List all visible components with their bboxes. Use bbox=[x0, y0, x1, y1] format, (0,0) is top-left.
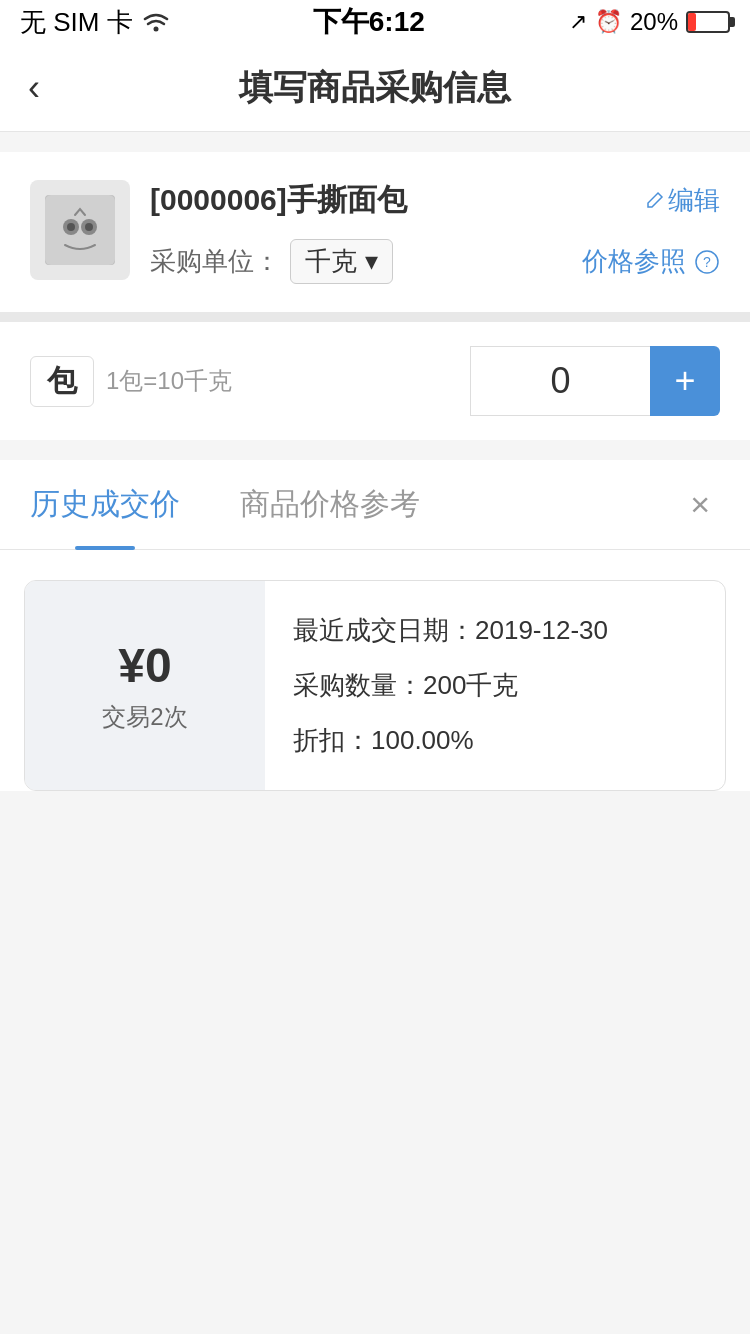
help-icon: ? bbox=[694, 249, 720, 275]
product-name: [0000006]手撕面包 bbox=[150, 180, 407, 221]
unit-label-group: 采购单位： 千克 ▾ bbox=[150, 239, 393, 284]
battery-percent: 20% bbox=[630, 8, 678, 36]
product-logo-icon bbox=[45, 195, 115, 265]
quantity-input[interactable] bbox=[470, 346, 650, 416]
quantity-input-group: + bbox=[470, 346, 720, 416]
unit-conversion: 1包=10千克 bbox=[106, 365, 232, 397]
back-button[interactable]: ‹ bbox=[28, 67, 40, 109]
discount-value: 100.00% bbox=[371, 725, 474, 755]
plus-icon: + bbox=[674, 360, 695, 402]
history-trades: 交易2次 bbox=[102, 701, 187, 733]
status-right: ↗ ⏰ 20% bbox=[569, 8, 730, 36]
history-price-section: ¥0 交易2次 bbox=[25, 581, 265, 790]
alarm-icon: ⏰ bbox=[595, 9, 622, 35]
tabs-list: 历史成交价 商品价格参考 bbox=[30, 460, 420, 550]
carrier-text: 无 SIM 卡 bbox=[20, 5, 133, 40]
location-icon: ↗ bbox=[569, 9, 587, 35]
quantity-label: 采购数量： bbox=[293, 670, 423, 700]
product-image bbox=[30, 180, 130, 280]
sim-icon bbox=[143, 11, 169, 33]
product-id: [0000006] bbox=[150, 183, 287, 216]
tab-reference[interactable]: 商品价格参考 bbox=[240, 460, 420, 550]
svg-rect-1 bbox=[45, 195, 115, 265]
history-date-row: 最近成交日期：2019-12-30 bbox=[293, 611, 697, 650]
quantity-value: 200千克 bbox=[423, 670, 518, 700]
tab-history[interactable]: 历史成交价 bbox=[30, 460, 180, 550]
unit-value: 千克 bbox=[305, 244, 357, 279]
content-area bbox=[0, 821, 750, 1334]
tab-history-label: 历史成交价 bbox=[30, 484, 180, 525]
product-unit-row: 采购单位： 千克 ▾ 价格参照 ? bbox=[150, 239, 720, 284]
unit-label-text: 采购单位： bbox=[150, 244, 280, 279]
status-bar: 无 SIM 卡 下午6:12 ↗ ⏰ 20% bbox=[0, 0, 750, 44]
tabs-section: 历史成交价 商品价格参考 × ¥0 交易2次 最近成交日期：2019-12-30… bbox=[0, 460, 750, 791]
svg-point-5 bbox=[85, 223, 93, 231]
history-details-section: 最近成交日期：2019-12-30 采购数量：200千克 折扣：100.00% bbox=[265, 581, 725, 790]
status-left: 无 SIM 卡 bbox=[20, 5, 169, 40]
product-card: [0000006]手撕面包 编辑 采购单位： 千克 ▾ 价格参照 bbox=[0, 152, 750, 312]
product-info: [0000006]手撕面包 编辑 采购单位： 千克 ▾ 价格参照 bbox=[150, 180, 720, 284]
section-divider bbox=[0, 312, 750, 322]
dropdown-icon: ▾ bbox=[365, 246, 378, 277]
svg-text:?: ? bbox=[703, 254, 711, 270]
recent-date-label: 最近成交日期： bbox=[293, 615, 475, 645]
price-reference-button[interactable]: 价格参照 ? bbox=[582, 244, 720, 279]
tabs-header: 历史成交价 商品价格参考 × bbox=[0, 460, 750, 550]
history-price: ¥0 bbox=[118, 638, 171, 693]
edit-label: 编辑 bbox=[668, 183, 720, 218]
svg-point-4 bbox=[67, 223, 75, 231]
history-card: ¥0 交易2次 最近成交日期：2019-12-30 采购数量：200千克 折扣：… bbox=[24, 580, 726, 791]
page-title: 填写商品采购信息 bbox=[239, 65, 511, 111]
price-ref-label: 价格参照 bbox=[582, 244, 686, 279]
tabs-close-button[interactable]: × bbox=[680, 475, 720, 534]
unit-selector[interactable]: 千克 ▾ bbox=[290, 239, 393, 284]
edit-icon bbox=[644, 191, 664, 211]
recent-date-value: 2019-12-30 bbox=[475, 615, 608, 645]
quantity-plus-button[interactable]: + bbox=[650, 346, 720, 416]
battery-icon bbox=[686, 11, 730, 33]
battery-fill bbox=[688, 13, 696, 31]
nav-bar: ‹ 填写商品采购信息 bbox=[0, 44, 750, 132]
quantity-unit-info: 包 1包=10千克 bbox=[30, 356, 232, 407]
history-discount-row: 折扣：100.00% bbox=[293, 721, 697, 760]
discount-label: 折扣： bbox=[293, 725, 371, 755]
product-thumbnail bbox=[45, 195, 115, 265]
status-time: 下午6:12 bbox=[313, 3, 425, 41]
edit-button[interactable]: 编辑 bbox=[644, 183, 720, 218]
tab-reference-label: 商品价格参考 bbox=[240, 484, 420, 525]
svg-point-0 bbox=[153, 27, 158, 32]
product-header: [0000006]手撕面包 编辑 bbox=[150, 180, 720, 221]
product-title: 手撕面包 bbox=[287, 183, 407, 216]
history-quantity-row: 采购数量：200千克 bbox=[293, 666, 697, 705]
quantity-row: 包 1包=10千克 + bbox=[0, 322, 750, 440]
unit-badge: 包 bbox=[30, 356, 94, 407]
